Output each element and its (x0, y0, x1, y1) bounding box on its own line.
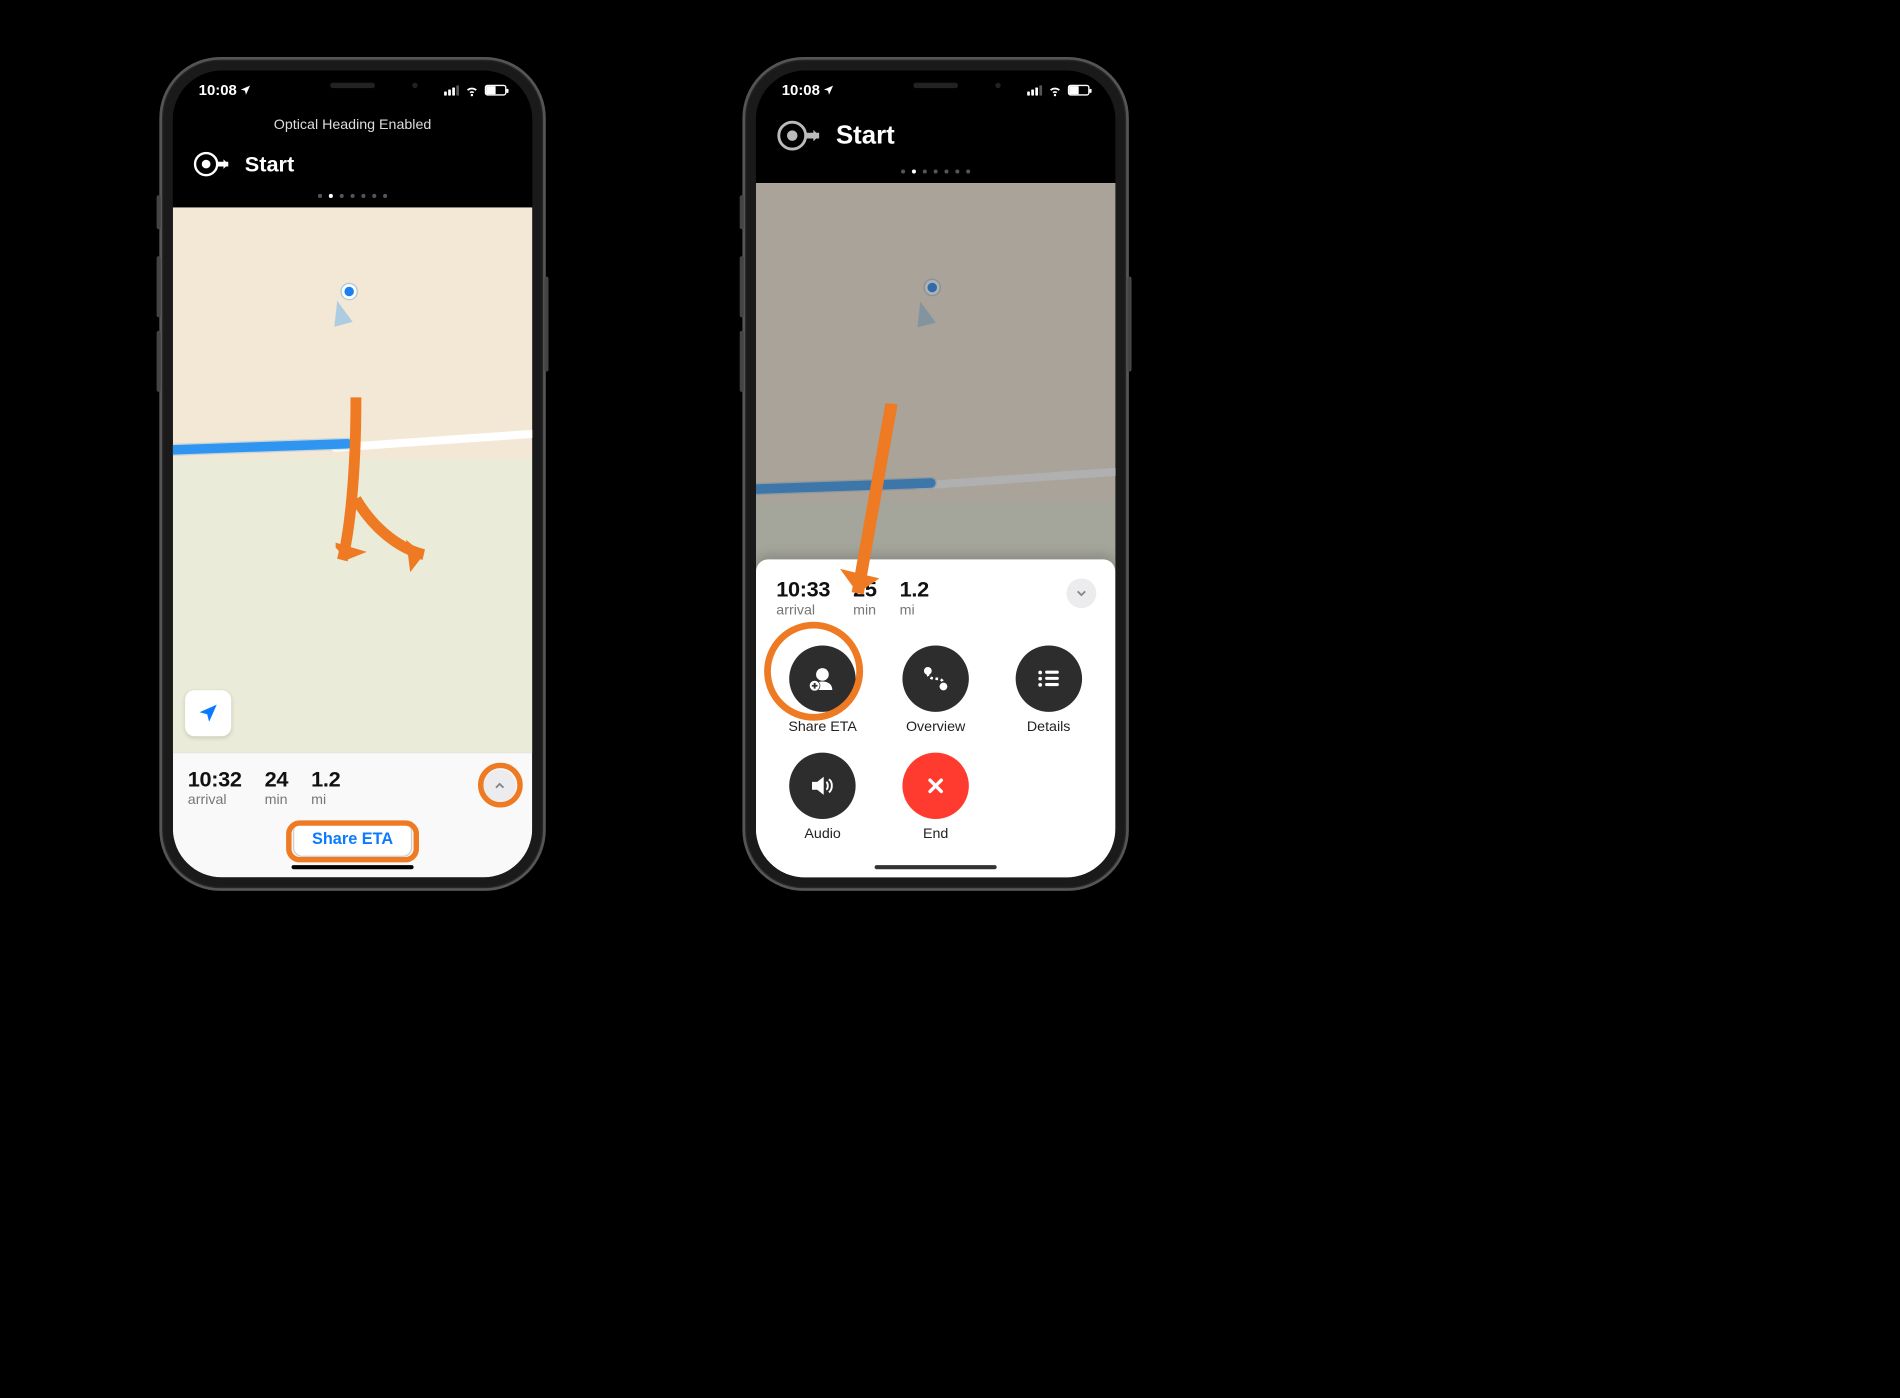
current-location-dot (342, 284, 357, 299)
volume-button (740, 256, 744, 317)
end-action[interactable]: End (889, 753, 982, 842)
roundabout-start-icon (192, 145, 230, 183)
duration-stat: 24 min (265, 767, 288, 808)
chevron-up-icon (492, 778, 507, 793)
roundabout-start-icon (775, 113, 821, 159)
x-icon (922, 772, 949, 799)
page-dots[interactable] (775, 170, 1096, 174)
navigation-header: Start (756, 110, 1115, 183)
collapse-button[interactable] (1066, 578, 1096, 608)
distance-stat: 1.2 mi (311, 767, 340, 808)
share-eta-button[interactable]: Share ETA (293, 822, 412, 857)
cellular-icon (1027, 85, 1042, 95)
trip-options-sheet: 10:33 arrival 25 min 1.2 mi (756, 559, 1115, 877)
battery-icon (485, 85, 507, 96)
map-view[interactable] (173, 207, 532, 752)
duration-stat: 25 min (853, 577, 876, 618)
volume-button (157, 195, 161, 229)
chevron-down-icon (1074, 586, 1089, 601)
volume-button (740, 331, 744, 392)
arrival-stat: 10:33 arrival (776, 577, 830, 618)
volume-button (740, 195, 744, 229)
power-button (544, 277, 548, 372)
overview-action[interactable]: Overview (889, 645, 982, 734)
volume-button (157, 256, 161, 317)
optical-heading-banner: Optical Heading Enabled (192, 117, 513, 133)
wifi-icon (464, 83, 479, 98)
distance-stat: 1.2 mi (900, 577, 929, 618)
direction-label: Start (836, 121, 895, 150)
status-time: 10:08 (782, 81, 820, 99)
navigation-header: Optical Heading Enabled Start (173, 110, 532, 208)
person-plus-icon (806, 662, 840, 696)
phone-left: 10:08 Optical Heading Enabled Start (159, 57, 545, 891)
details-action[interactable]: Details (1002, 645, 1095, 734)
volume-button (157, 331, 161, 392)
direction-label: Start (245, 152, 294, 177)
home-indicator[interactable] (292, 865, 414, 869)
recenter-button[interactable] (185, 690, 231, 736)
cellular-icon (444, 85, 459, 95)
notch (854, 71, 1017, 101)
wifi-icon (1048, 83, 1063, 98)
phone-right: 10:08 Start (742, 57, 1128, 891)
current-location-dot (925, 280, 940, 295)
route-icon (920, 663, 951, 694)
arrival-stat: 10:32 arrival (188, 767, 242, 808)
share-eta-action[interactable]: Share ETA (776, 645, 869, 734)
battery-icon (1068, 85, 1090, 96)
expand-button[interactable] (483, 770, 516, 803)
audio-action[interactable]: Audio (776, 753, 869, 842)
home-indicator[interactable] (875, 865, 997, 869)
location-arrow-icon (240, 84, 252, 96)
notch (271, 71, 434, 101)
location-arrow-icon (197, 702, 220, 725)
status-time: 10:08 (199, 81, 237, 99)
trip-info-card: 10:32 arrival 24 min 1.2 mi Share ETA (173, 753, 532, 878)
location-arrow-icon (823, 84, 835, 96)
list-icon (1034, 664, 1064, 694)
page-dots[interactable] (192, 194, 513, 198)
speaker-icon (807, 770, 838, 801)
power-button (1128, 277, 1132, 372)
